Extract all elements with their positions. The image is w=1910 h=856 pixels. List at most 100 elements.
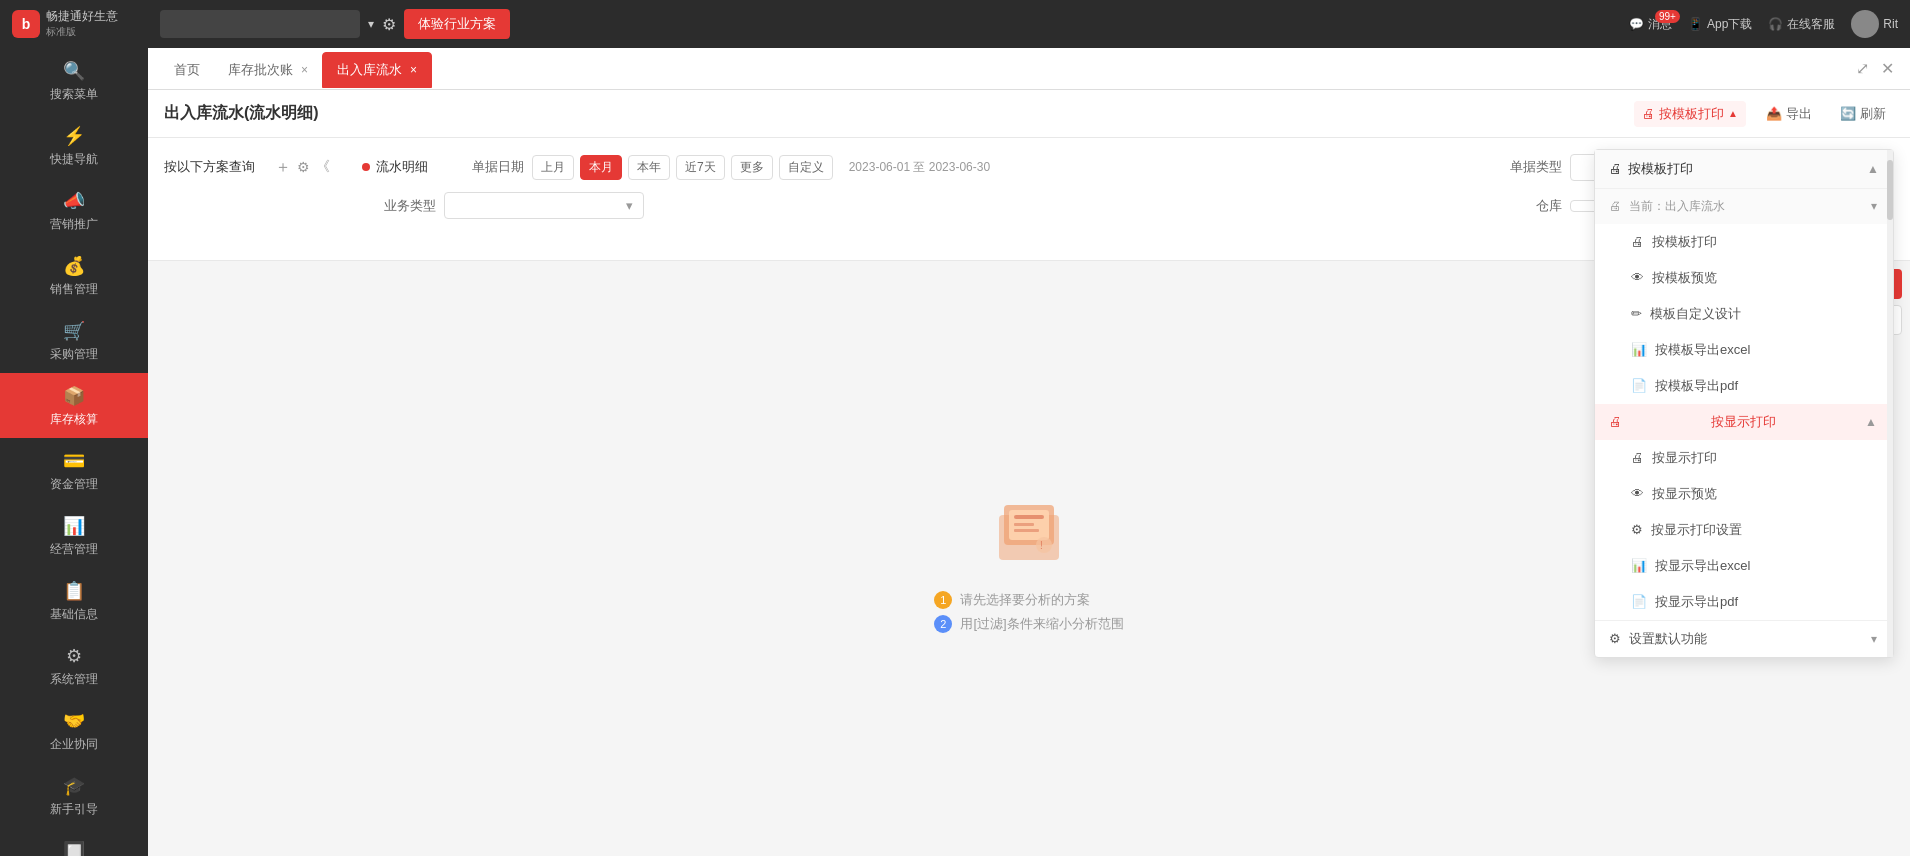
dropdown-item-display-preview[interactable]: 👁 按显示预览 <box>1595 476 1893 512</box>
app-body: 🔍 搜索菜单 ⚡ 快捷导航 📣 营销推广 💰 销售管理 🛒 采购管理 📦 库存核… <box>0 48 1910 856</box>
app-download-action[interactable]: 📱 App下载 <box>1688 16 1752 33</box>
pdf-icon: 📄 <box>1631 378 1647 393</box>
sidebar-label-purchase: 采购管理 <box>50 346 98 363</box>
date-btn-custom[interactable]: 自定义 <box>779 155 833 180</box>
dropdown-item-template-excel[interactable]: 📊 按模板导出excel <box>1595 332 1893 368</box>
search-input[interactable] <box>160 10 360 38</box>
date-btn-last-month[interactable]: 上月 <box>532 155 574 180</box>
sidebar-item-sales[interactable]: 💰 销售管理 <box>0 243 148 308</box>
svg-point-6 <box>1036 537 1052 553</box>
sidebar-item-system[interactable]: ⚙ 系统管理 <box>0 633 148 698</box>
tab-flow[interactable]: 出入库流水 × <box>322 52 432 88</box>
dropdown-item-template-print[interactable]: 🖨 按模板打印 <box>1595 224 1893 260</box>
sidebar-item-search[interactable]: 🔍 搜索菜单 <box>0 48 148 113</box>
sidebar-item-apps[interactable]: 🔲 应用中心 <box>0 828 148 856</box>
sidebar-item-shortcuts[interactable]: ⚡ 快捷导航 <box>0 113 148 178</box>
step-1-badge: 1 <box>934 591 952 609</box>
avatar <box>1851 10 1879 38</box>
trial-button[interactable]: 体验行业方案 <box>404 9 510 39</box>
dropdown-collapse-icon[interactable]: ▲ <box>1867 162 1879 176</box>
tab-close-batch[interactable]: × <box>301 63 308 77</box>
business-type-select[interactable]: ▾ <box>444 192 644 219</box>
dropdown-item-set-default[interactable]: ⚙ 设置默认功能 ▾ <box>1595 620 1893 657</box>
sidebar-item-purchase[interactable]: 🛒 采购管理 <box>0 308 148 373</box>
svg-rect-4 <box>1014 523 1034 526</box>
date-btn-more[interactable]: 更多 <box>731 155 773 180</box>
sidebar-item-marketing[interactable]: 📣 营销推广 <box>0 178 148 243</box>
dropdown-item-display-excel[interactable]: 📊 按显示导出excel <box>1595 548 1893 584</box>
sidebar-label-sales: 销售管理 <box>50 281 98 298</box>
date-btn-current-year[interactable]: 本年 <box>628 155 670 180</box>
refresh-button[interactable]: 🔄 刷新 <box>1832 101 1894 127</box>
date-btn-last-7[interactable]: 近7天 <box>676 155 725 180</box>
voucher-type-label: 单据类型 <box>1510 158 1562 176</box>
empty-step-2: 2 用[过滤]条件来缩小分析范围 <box>934 615 1123 633</box>
sidebar-label-marketing: 营销推广 <box>50 216 98 233</box>
dropdown-header: 🖨 按模板打印 ▲ <box>1595 150 1893 189</box>
search-chevron-icon[interactable]: ▾ <box>368 17 374 31</box>
handshake-icon: 🤝 <box>63 710 85 732</box>
flow-dot <box>362 163 370 171</box>
sidebar-item-basics[interactable]: 📋 基础信息 <box>0 568 148 633</box>
date-range: 2023-06-01 至 2023-06-30 <box>849 159 990 176</box>
sidebar-label-guide: 新手引导 <box>50 801 98 818</box>
dropdown-item-display-settings[interactable]: ⚙ 按显示打印设置 <box>1595 512 1893 548</box>
filter-title: 按以下方案查询 <box>164 158 255 176</box>
header-actions: 🖨 按模板打印 ▲ 📤 导出 🔄 刷新 🖨 <box>1634 101 1894 127</box>
sidebar-label-shortcuts: 快捷导航 <box>50 151 98 168</box>
user-avatar-action[interactable]: Rit <box>1851 10 1898 38</box>
dropdown-item-template-custom[interactable]: ✏ 模板自定义设计 <box>1595 296 1893 332</box>
card-icon: 💳 <box>63 450 85 472</box>
clipboard-icon: 📋 <box>63 580 85 602</box>
date-filters: 上月 本月 本年 近7天 更多 自定义 <box>532 155 833 180</box>
message-action[interactable]: 💬 消息 99+ <box>1629 16 1672 33</box>
message-icon: 💬 <box>1629 17 1644 31</box>
flow-item[interactable]: 流水明细 <box>350 152 440 182</box>
dropdown-item-template-pdf[interactable]: 📄 按模板导出pdf <box>1595 368 1893 404</box>
print-small-icon: 🖨 <box>1631 234 1644 249</box>
export-button[interactable]: 📤 导出 <box>1758 101 1820 127</box>
export-icon: 📤 <box>1766 106 1782 121</box>
page-title: 出入库流水(流水明细) <box>164 103 1634 124</box>
tab-batch[interactable]: 库存批次账 × <box>214 53 322 87</box>
grid-icon: 🔲 <box>63 840 85 856</box>
megaphone-icon: 📣 <box>63 190 85 212</box>
tab-close-icon[interactable]: ✕ <box>1877 55 1898 82</box>
tab-close-flow[interactable]: × <box>410 63 417 77</box>
dropdown-section-display-print[interactable]: 🖨 按显示打印 ▲ <box>1595 404 1893 440</box>
sidebar-item-operations[interactable]: 📊 经营管理 <box>0 503 148 568</box>
tab-home[interactable]: 首页 <box>160 53 214 87</box>
filter-settings-icon[interactable]: ⚙ <box>297 159 310 175</box>
filter-left-arrow-icon[interactable]: 《 <box>316 158 330 176</box>
gear-icon: ⚙ <box>66 645 82 667</box>
dropdown-item-display-pdf[interactable]: 📄 按显示导出pdf <box>1595 584 1893 620</box>
dropdown-scrollbar[interactable] <box>1887 150 1893 657</box>
sidebar-item-finance[interactable]: 💳 资金管理 <box>0 438 148 503</box>
topbar-settings-icon[interactable]: ⚙ <box>382 15 396 34</box>
display-preview-icon: 👁 <box>1631 486 1644 501</box>
sidebar-label-collab: 企业协同 <box>50 736 98 753</box>
display-print-icon: 🖨 <box>1631 450 1644 465</box>
dropdown-item-template-preview[interactable]: 👁 按模板预览 <box>1595 260 1893 296</box>
empty-step-1: 1 请先选择要分析的方案 <box>934 591 1123 609</box>
logo-area: b 畅捷通好生意 标准版 <box>12 9 152 39</box>
page-header: 出入库流水(流水明细) 🖨 按模板打印 ▲ 📤 导出 🔄 刷新 <box>148 90 1910 138</box>
date-field-label: 单据日期 <box>472 158 524 176</box>
svg-rect-3 <box>1014 515 1044 519</box>
sidebar-item-inventory[interactable]: 📦 库存核算 <box>0 373 148 438</box>
default-icon: ⚙ <box>1609 631 1621 646</box>
template-print-button[interactable]: 🖨 按模板打印 ▲ <box>1634 101 1746 127</box>
headset-icon: 🎧 <box>1768 17 1783 31</box>
sidebar-label-basics: 基础信息 <box>50 606 98 623</box>
tab-maximize-icon[interactable]: ⤢ <box>1852 55 1873 82</box>
current-icon: 🖨 <box>1609 199 1621 213</box>
online-service-action[interactable]: 🎧 在线客服 <box>1768 16 1835 33</box>
design-icon: ✏ <box>1631 306 1642 321</box>
dropdown-item-display-print[interactable]: 🖨 按显示打印 <box>1595 440 1893 476</box>
sidebar-item-guide[interactable]: 🎓 新手引导 <box>0 763 148 828</box>
date-btn-current-month[interactable]: 本月 <box>580 155 622 180</box>
dropdown-scrollbar-thumb[interactable] <box>1887 160 1893 220</box>
sidebar-item-collab[interactable]: 🤝 企业协同 <box>0 698 148 763</box>
sidebar: 🔍 搜索菜单 ⚡ 快捷导航 📣 营销推广 💰 销售管理 🛒 采购管理 📦 库存核… <box>0 48 148 856</box>
filter-add-icon[interactable]: ＋ <box>275 157 291 178</box>
